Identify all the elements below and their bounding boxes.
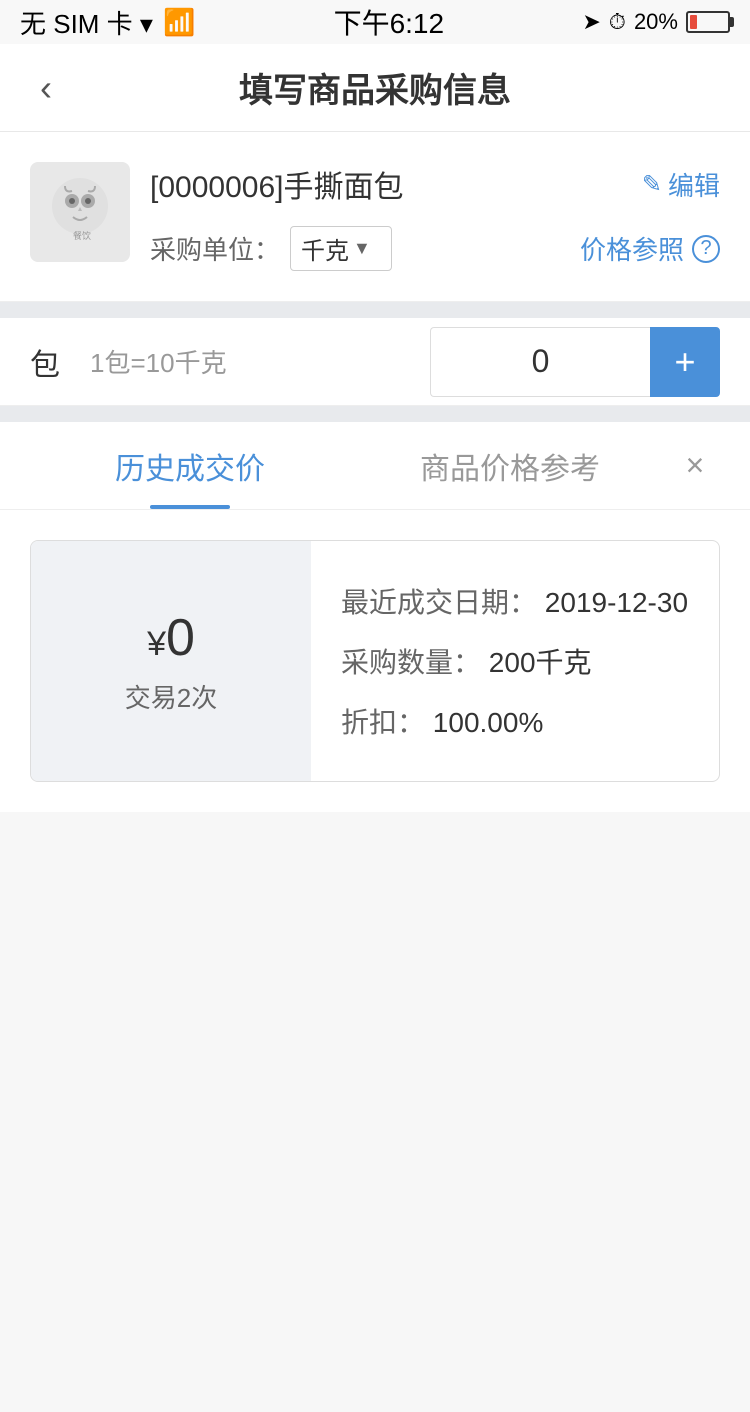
currency-symbol: ¥ (147, 625, 166, 663)
wifi-icon: 📶 (163, 7, 195, 38)
quantity-input[interactable] (430, 327, 650, 397)
status-left: 无 SIM 卡 ▾ 📶 (20, 4, 195, 41)
product-card: 餐饮 [0000006]手撕面包 ✎ 编辑 采购单位： 千克 ▼ 价格参照 (0, 132, 750, 302)
svg-text:餐饮: 餐饮 (73, 230, 91, 241)
transaction-date-row: 最近成交日期： 2019-12-30 (341, 581, 689, 621)
section-divider-2 (0, 406, 750, 422)
quantity-unit-desc: 1包=10千克 (90, 343, 227, 380)
transaction-quantity-value: 200千克 (489, 647, 592, 678)
dropdown-arrow-icon: ▼ (353, 238, 371, 259)
transaction-date-value: 2019-12-30 (545, 587, 688, 618)
location-icon: ➤ (582, 9, 600, 35)
product-name: [0000006]手撕面包 (150, 162, 403, 206)
tabs-close-button[interactable]: × (670, 441, 720, 491)
transaction-details-section: 最近成交日期： 2019-12-30 采购数量： 200千克 折扣： 100.0… (311, 541, 719, 781)
info-icon: ? (692, 235, 720, 263)
transaction-quantity-row: 采购数量： 200千克 (341, 641, 689, 681)
battery-icon (686, 11, 730, 33)
transaction-quantity-label: 采购数量： (341, 647, 481, 678)
unit-label: 采购单位： 千克 ▼ (150, 226, 392, 271)
edit-icon: ✎ (642, 170, 662, 199)
transaction-card: ¥0 交易2次 最近成交日期： 2019-12-30 采购数量： 200千克 折… (30, 540, 720, 782)
tab-content: ¥0 交易2次 最近成交日期： 2019-12-30 采购数量： 200千克 折… (0, 510, 750, 812)
product-unit-row: 采购单位： 千克 ▼ 价格参照 ? (150, 226, 720, 271)
status-bar: 无 SIM 卡 ▾ 📶 下午6:12 ➤ ⏱ 20% (0, 0, 750, 44)
tab-price-ref[interactable]: 商品价格参考 (350, 422, 670, 509)
product-logo-icon: 餐饮 (45, 171, 115, 253)
unit-select[interactable]: 千克 ▼ (290, 226, 392, 271)
battery-percent: 20% (634, 9, 678, 35)
product-header: [0000006]手撕面包 ✎ 编辑 (150, 162, 720, 206)
transaction-discount-row: 折扣： 100.00% (341, 701, 689, 741)
tabs-panel: 历史成交价 商品价格参考 × ¥0 交易2次 最近成交日期： 2019-12-3… (0, 422, 750, 812)
page-title: 填写商品采购信息 (239, 63, 511, 112)
back-button[interactable]: ‹ (30, 57, 62, 119)
tabs-header: 历史成交价 商品价格参考 × (0, 422, 750, 510)
transaction-discount-value: 100.00% (433, 707, 544, 738)
price-ref-button[interactable]: 价格参照 ? (580, 230, 720, 267)
tab-history-price[interactable]: 历史成交价 (30, 422, 350, 509)
alarm-icon: ⏱ (609, 9, 626, 35)
transaction-price: ¥0 (147, 608, 195, 668)
transaction-date-label: 最近成交日期： (341, 587, 537, 618)
transaction-discount-label: 折扣： (341, 707, 425, 738)
quantity-plus-button[interactable]: + (650, 327, 720, 397)
section-divider (0, 302, 750, 318)
main-background (0, 812, 750, 1412)
quantity-row: 包 1包=10千克 + (0, 318, 750, 406)
transaction-price-section: ¥0 交易2次 (31, 541, 311, 781)
quantity-input-area: + (247, 327, 720, 397)
edit-button[interactable]: ✎ 编辑 (642, 166, 720, 203)
status-right: ➤ ⏱ 20% (582, 9, 730, 35)
carrier-text: 无 SIM 卡 ▾ (20, 4, 153, 41)
product-info: [0000006]手撕面包 ✎ 编辑 采购单位： 千克 ▼ 价格参照 ? (150, 162, 720, 271)
nav-bar: ‹ 填写商品采购信息 (0, 44, 750, 132)
quantity-unit-label: 包 (30, 340, 70, 384)
time-display: 下午6:12 (334, 2, 445, 42)
transaction-trades: 交易2次 (125, 678, 217, 715)
product-thumbnail: 餐饮 (30, 162, 130, 262)
